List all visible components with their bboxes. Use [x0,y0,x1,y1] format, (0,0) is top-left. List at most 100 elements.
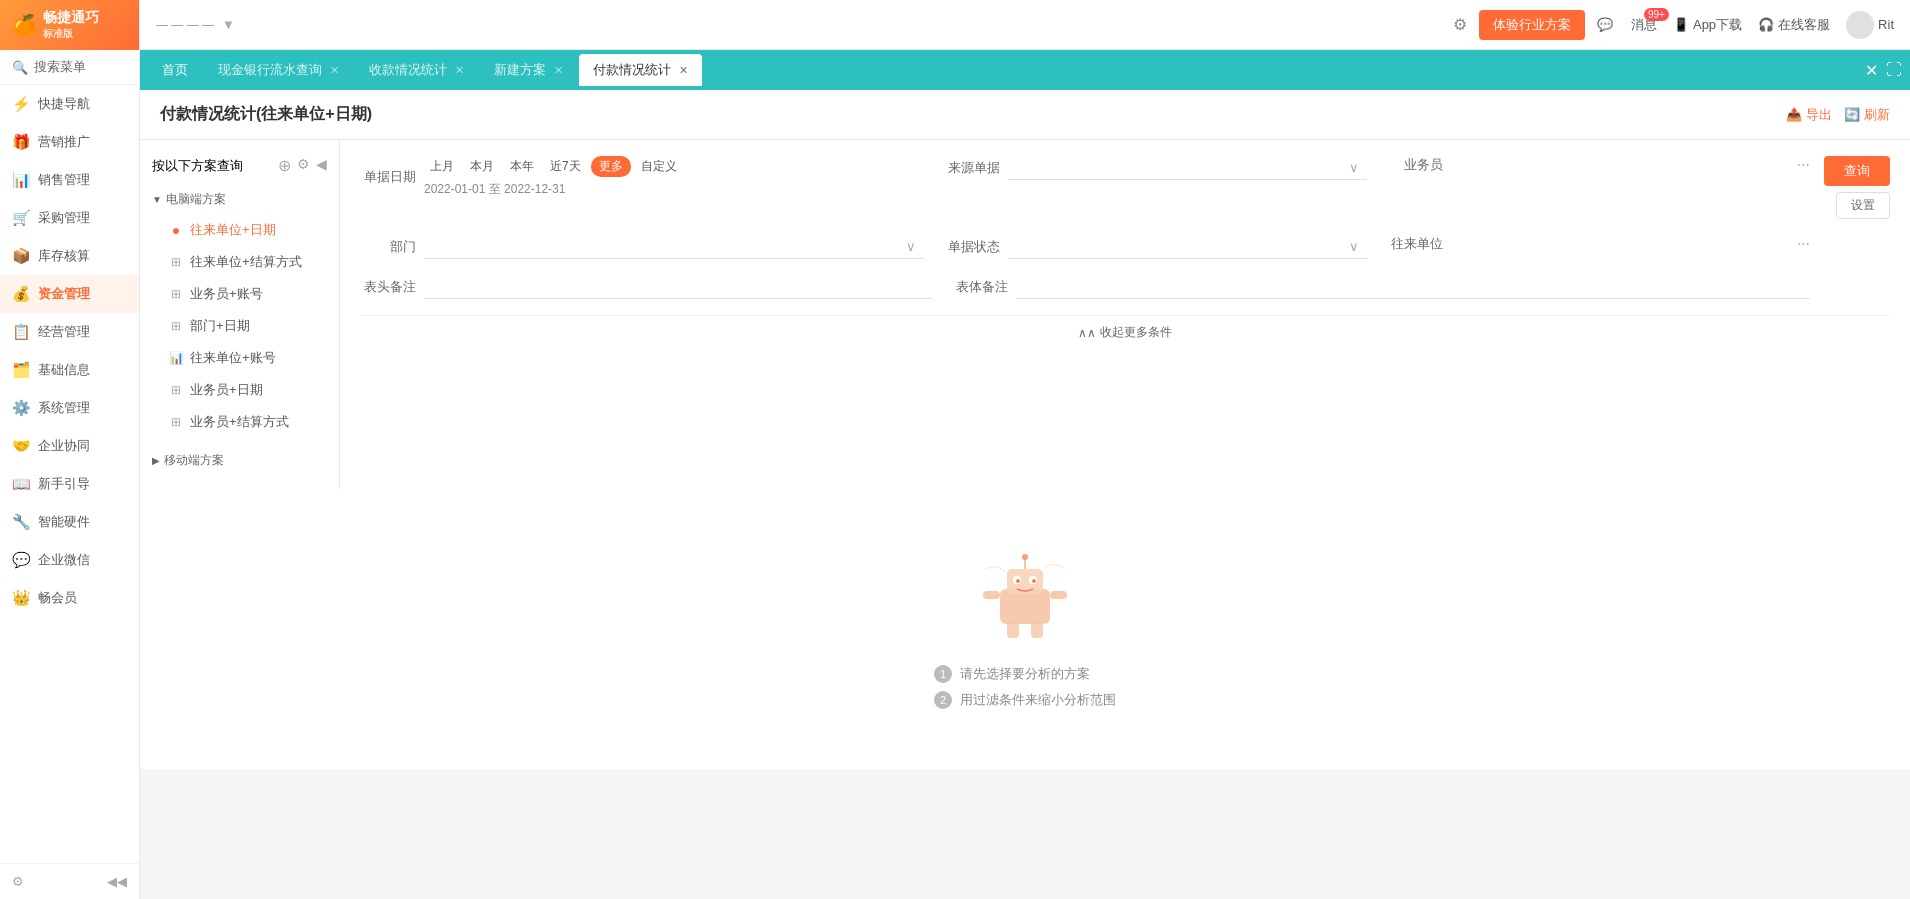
staff-account-icon: ⊞ [168,286,184,302]
scheme-header-icons: ⊕ ⚙ ◀ [278,156,327,175]
voucher-status-select[interactable]: ∨ [1008,235,1367,259]
scheme-item-staff-settle[interactable]: ⊞ 业务员+结算方式 [140,406,339,438]
scheme-settings-icon[interactable]: ⚙ [297,156,310,175]
unit-settle-icon: ⊞ [168,254,184,270]
sidebar-item-finance[interactable]: 💰 资金管理 [0,275,139,313]
date-btn-last-month[interactable]: 上月 [424,156,460,177]
app-download[interactable]: 📱 App下载 [1673,16,1742,34]
sidebar-item-quick-nav[interactable]: ⚡ 快捷导航 [0,85,139,123]
notifications[interactable]: 💬 99+ 消息 [1597,16,1657,34]
footer-settings-icon[interactable]: ⚙ [12,874,24,889]
mobile-section-label: 移动端方案 [164,452,224,469]
tab-receipt-stats[interactable]: 收款情况统计 ✕ [355,54,478,86]
scheme-collapse-icon[interactable]: ◀ [316,156,327,175]
dept-date-icon: ⊞ [168,318,184,334]
svg-rect-6 [983,591,1000,599]
scheme-item-unit-settle[interactable]: ⊞ 往来单位+结算方式 [140,246,339,278]
sidebar-item-operation[interactable]: 📋 经营管理 [0,313,139,351]
topbar-title-area: — — — — ▼ [156,17,1441,32]
scheme-item-unit-date[interactable]: ● 往来单位+日期 [140,214,339,246]
step2-text: 用过滤条件来缩小分析范围 [960,691,1116,709]
field-dept: 部门 ∨ [360,235,924,259]
scheme-add-icon[interactable]: ⊕ [278,156,291,175]
scheme-section-mobile-title[interactable]: ▶ 移动端方案 [140,446,339,475]
company-name: — — — — [156,18,214,32]
empty-illustration [965,549,1085,649]
unit-ellipsis[interactable]: ··· [1797,235,1810,253]
date-btn-more[interactable]: 更多 [591,156,631,177]
date-btn-this-month[interactable]: 本月 [464,156,500,177]
source-select[interactable]: ∨ [1008,156,1367,180]
unit-account-icon: 📊 [168,350,184,366]
logo-sub: 标准版 [43,27,99,41]
scheme-item-unit-account[interactable]: 📊 往来单位+账号 [140,342,339,374]
staff-ellipsis[interactable]: ··· [1797,156,1810,174]
sidebar-item-hardware[interactable]: 🔧 智能硬件 [0,503,139,541]
date-btn-7days[interactable]: 近7天 [544,156,587,177]
tab-new-scheme-close[interactable]: ✕ [554,64,563,77]
tab-new-scheme[interactable]: 新建方案 ✕ [480,54,577,86]
topbar-dropdown-icon[interactable]: ▼ [222,17,235,32]
scheme-item-staff-date[interactable]: ⊞ 业务员+日期 [140,374,339,406]
query-btn[interactable]: 查询 [1824,156,1890,186]
main-area: — — — — ▼ ⚙ 体验行业方案 💬 99+ 消息 📱 App下载 🎧 在线… [140,0,1910,899]
tab-payment-stats[interactable]: 付款情况统计 ✕ [579,54,702,86]
scheme-item-dept-date[interactable]: ⊞ 部门+日期 [140,310,339,342]
collapse-conditions-btn[interactable]: ∧∧ 收起更多条件 [360,315,1890,349]
topbar-settings-icon[interactable]: ⚙ [1453,15,1467,34]
sidebar-item-label: 企业协同 [38,437,90,455]
date-label: 单据日期 [360,168,416,186]
online-service[interactable]: 🎧 在线客服 [1758,16,1830,34]
field-date: 单据日期 上月 本月 本年 近7天 更多 自定义 2022-01-01 至 20… [360,156,924,198]
sidebar-item-label: 营销推广 [38,133,90,151]
sidebar-item-inventory[interactable]: 📦 库存核算 [0,237,139,275]
refresh-btn[interactable]: 🔄 刷新 [1844,106,1890,124]
date-btn-custom[interactable]: 自定义 [635,156,683,177]
guide-icon: 📖 [12,475,30,493]
sidebar-item-cooperation[interactable]: 🤝 企业协同 [0,427,139,465]
date-btn-this-year[interactable]: 本年 [504,156,540,177]
close-window-icon[interactable]: ✕ [1865,61,1878,80]
tab-payment-stats-close[interactable]: ✕ [679,64,688,77]
hardware-icon: 🔧 [12,513,30,531]
user-info[interactable]: Rit [1846,11,1894,39]
dept-select[interactable]: ∨ [424,235,924,259]
tab-bank-flow-close[interactable]: ✕ [330,64,339,77]
footer-collapse-icon[interactable]: ◀◀ [107,874,127,889]
sidebar-item-marketing[interactable]: 🎁 营销推广 [0,123,139,161]
sidebar-item-vip[interactable]: 👑 畅会员 [0,579,139,617]
header-note-input[interactable] [424,275,932,299]
tab-home-label: 首页 [162,61,188,79]
tab-home[interactable]: 首页 [148,54,202,86]
body-note-input[interactable] [1016,275,1810,299]
tab-receipt-stats-close[interactable]: ✕ [455,64,464,77]
maximize-icon[interactable]: ⛶ [1886,61,1902,80]
sidebar-item-label: 新手引导 [38,475,90,493]
staff-date-label: 业务员+日期 [190,381,263,399]
scheme-section-pc-title[interactable]: ▼ 电脑端方案 [140,185,339,214]
sidebar-item-purchase[interactable]: 🛒 采购管理 [0,199,139,237]
tab-payment-stats-label: 付款情况统计 [593,61,671,79]
empty-state: 1 请先选择要分析的方案 2 用过滤条件来缩小分析范围 [140,489,1910,769]
sidebar-item-system[interactable]: ⚙️ 系统管理 [0,389,139,427]
sidebar-footer: ⚙ ◀◀ [0,863,139,899]
page-header: 付款情况统计(往来单位+日期) 📤 导出 🔄 刷新 [140,90,1910,140]
app-download-label: App下载 [1693,16,1742,34]
mobile-section-arrow: ▶ [152,455,160,466]
settings-btn[interactable]: 设置 [1836,192,1890,219]
user-name: Rit [1878,17,1894,32]
scheme-item-staff-account[interactable]: ⊞ 业务员+账号 [140,278,339,310]
sidebar-item-label: 采购管理 [38,209,90,227]
logo-name: 畅捷通巧 [43,9,99,27]
sidebar-item-basic-info[interactable]: 🗂️ 基础信息 [0,351,139,389]
tab-bank-flow[interactable]: 现金银行流水查询 ✕ [204,54,353,86]
sidebar-item-sales[interactable]: 📊 销售管理 [0,161,139,199]
scheme-header: 按以下方案查询 ⊕ ⚙ ◀ [140,150,339,181]
trial-btn[interactable]: 体验行业方案 [1479,10,1585,40]
sidebar-item-wechat[interactable]: 💬 企业微信 [0,541,139,579]
sidebar-search[interactable]: 🔍 搜索菜单 [0,50,139,85]
sidebar-item-guide[interactable]: 📖 新手引导 [0,465,139,503]
export-btn[interactable]: 📤 导出 [1786,106,1832,124]
dept-label: 部门 [360,238,416,256]
system-icon: ⚙️ [12,399,30,417]
